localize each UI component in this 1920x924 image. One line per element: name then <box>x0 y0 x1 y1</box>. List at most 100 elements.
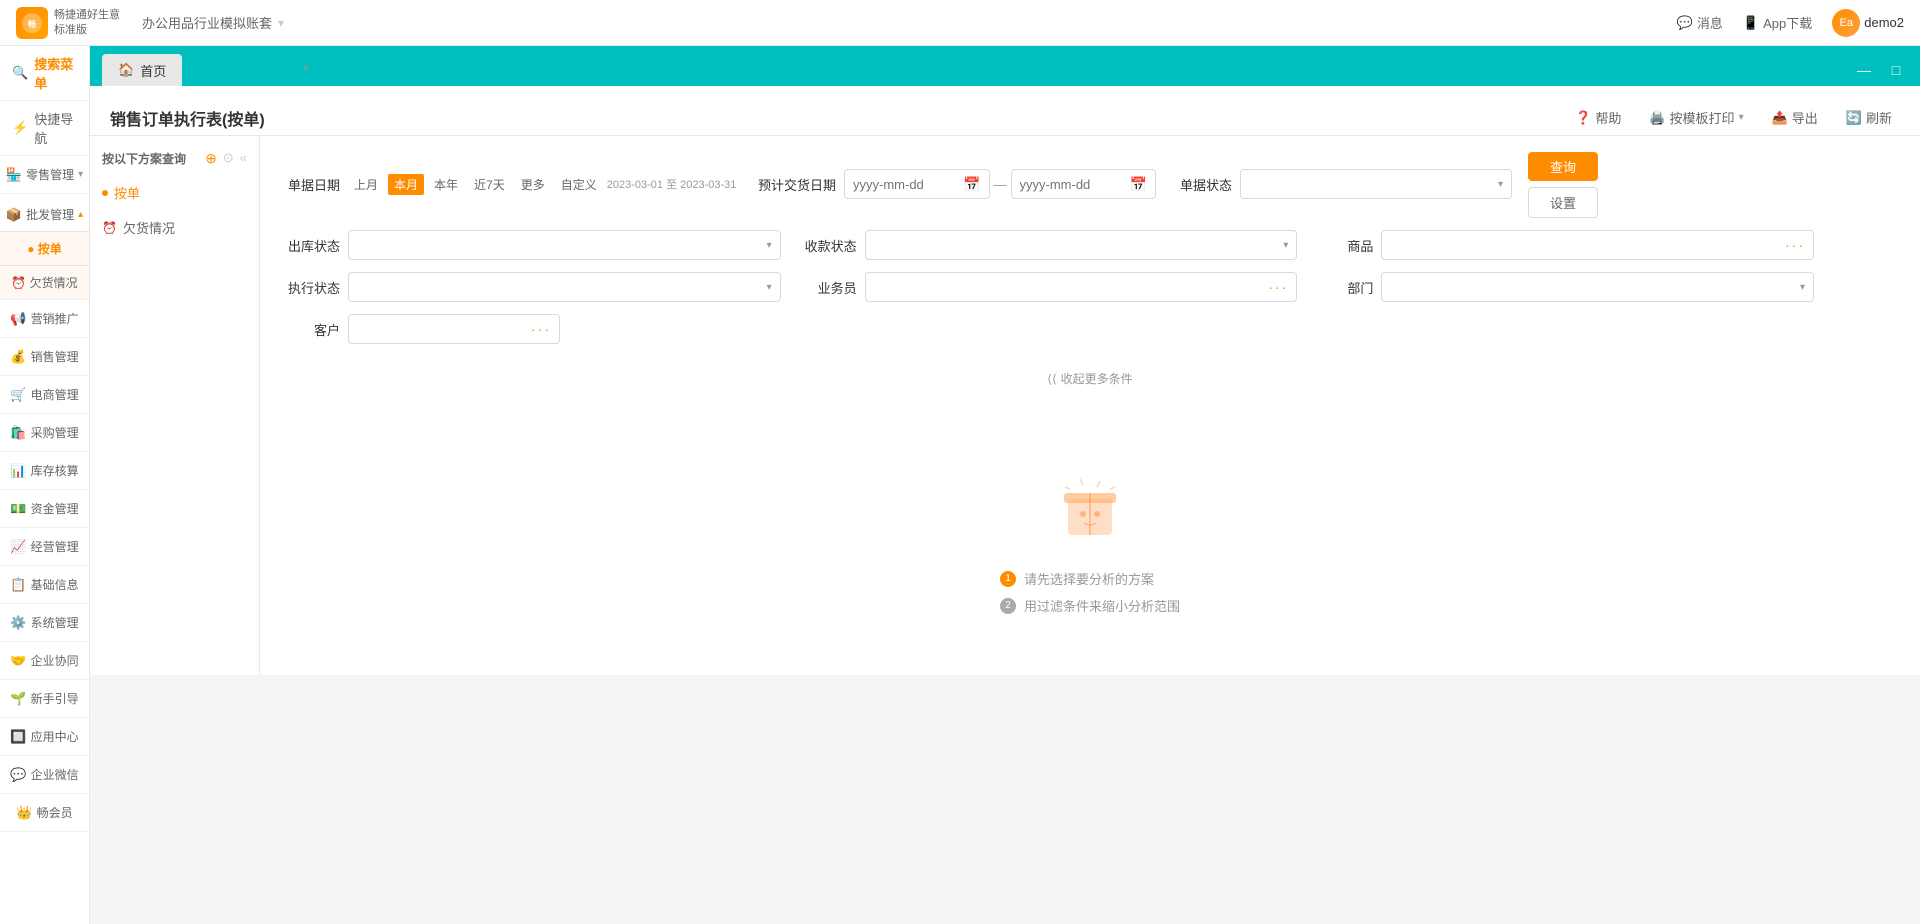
dept-select[interactable]: ▾ <box>1381 272 1814 302</box>
date-7days-btn[interactable]: 近7天 <box>468 174 511 195</box>
maximize-button[interactable]: □ <box>1884 58 1908 82</box>
receipt-status-select[interactable]: ▾ <box>865 230 1298 260</box>
collapse-scheme-icon[interactable]: « <box>240 150 247 167</box>
add-scheme-icon[interactable]: ⊕ <box>205 150 217 167</box>
query-button[interactable]: 查询 <box>1528 152 1598 181</box>
sidebar-item-newbie[interactable]: 🌱 新手引导 <box>0 680 89 718</box>
sidebar-item-member[interactable]: 👑 畅会员 <box>0 794 89 832</box>
date-last-month-btn[interactable]: 上月 <box>348 174 384 195</box>
finance-icon: 💵 <box>10 501 26 517</box>
filter-item-debt[interactable]: ⏰ 欠货情况 <box>90 210 259 245</box>
sidebar-item-operations[interactable]: 📈 经营管理 <box>0 528 89 566</box>
tip-num-1: 1 <box>1000 571 1016 587</box>
wholesale-header[interactable]: 📦 批发管理 ▴ <box>0 194 89 231</box>
content-area: 🏠 首页 销售订单执行表 × — □ 销售订单执行表(按单) <box>90 46 1920 924</box>
lightning-icon: ⚡ <box>12 120 28 136</box>
sidebar-quick-nav[interactable]: ⚡ 快捷导航 <box>0 101 89 156</box>
page-actions: ❓ 帮助 🖨️ 按模板打印 ▾ 📤 导出 🔄 刷新 <box>1567 104 1900 131</box>
product-input[interactable] <box>1390 238 1785 253</box>
calendar-start-icon: 📅 <box>963 176 980 193</box>
dept-dropdown-icon: ▾ <box>1800 282 1805 293</box>
sidebar-item-ecommerce[interactable]: 🛒 电商管理 <box>0 376 89 414</box>
filter-item-order[interactable]: 按单 <box>90 175 259 210</box>
app-download-button[interactable]: 📱 App下载 <box>1743 13 1812 32</box>
sidebar-item-basics[interactable]: 📋 基础信息 <box>0 566 89 604</box>
date-more-btn[interactable]: 更多 <box>515 174 551 195</box>
member-icon: 👑 <box>16 805 32 821</box>
filter-header: 按以下方案查询 ⊕ ⊙ « <box>90 146 259 175</box>
date-custom-btn[interactable]: 自定义 <box>555 174 603 195</box>
sidebar-item-finance[interactable]: 💵 资金管理 <box>0 490 89 528</box>
empty-illustration <box>1050 469 1130 549</box>
header-right: 💬 消息 📱 App下载 Ea demo2 <box>1677 9 1904 37</box>
customer-input[interactable] <box>357 322 531 337</box>
marketing-icon: 📢 <box>10 311 26 327</box>
sidebar-item-marketing[interactable]: 📢 营销推广 <box>0 300 89 338</box>
sidebar-item-inventory[interactable]: 📊 库存核算 <box>0 452 89 490</box>
svg-text:畅: 畅 <box>28 19 36 29</box>
settings-scheme-icon[interactable]: ⊙ <box>223 150 234 167</box>
main-filter-area: 单据日期 上月 本月 本年 近7天 更多 自定义 <box>260 136 1920 675</box>
filter-expected-date-field: 预计交货日期 📅 — 📅 <box>756 169 1156 199</box>
out-status-select[interactable]: ▾ <box>348 230 781 260</box>
breadcrumb: 办公用品行业模拟账套 ▾ <box>142 13 284 32</box>
breadcrumb-chevron-icon[interactable]: ▾ <box>278 16 284 30</box>
order-dot: ● <box>27 242 34 256</box>
filter-exec-status-field: 执行状态 ▾ <box>280 272 781 302</box>
exec-status-select[interactable]: ▾ <box>348 272 781 302</box>
main-filter: 单据日期 上月 本月 本年 近7天 更多 自定义 <box>260 136 1920 409</box>
sidebar-item-system[interactable]: ⚙️ 系统管理 <box>0 604 89 642</box>
sidebar-item-weixin[interactable]: 💬 企业微信 <box>0 756 89 794</box>
date-this-year-btn[interactable]: 本年 <box>428 174 464 195</box>
minimize-button[interactable]: — <box>1852 58 1876 82</box>
product-more-icon[interactable]: ··· <box>1785 237 1805 253</box>
expected-date-end-wrapper: 📅 <box>1011 169 1157 199</box>
date-this-month-btn[interactable]: 本月 <box>388 174 424 195</box>
collapse-button[interactable]: ⟨⟨ 收起更多条件 <box>1035 366 1144 391</box>
status-select[interactable]: ▾ <box>1240 169 1512 199</box>
tab-close-icon[interactable]: × <box>299 61 313 75</box>
tab-home[interactable]: 🏠 首页 <box>102 54 182 86</box>
download-icon: 📱 <box>1743 15 1759 31</box>
message-icon: 💬 <box>1677 15 1693 31</box>
customer-more-icon[interactable]: ··· <box>531 321 551 337</box>
salesperson-more-icon[interactable]: ··· <box>1268 279 1288 295</box>
sidebar-item-purchase[interactable]: 🛍️ 采购管理 <box>0 414 89 452</box>
expected-date-end-input[interactable] <box>1020 177 1126 192</box>
search-icon: 🔍 <box>12 65 28 81</box>
sidebar-item-sales[interactable]: 💰 销售管理 <box>0 338 89 376</box>
sidebar-sub-item-order[interactable]: ● 按单 <box>0 231 89 265</box>
basics-icon: 📋 <box>10 577 26 593</box>
empty-tip-1: 1 请先选择要分析的方案 <box>1000 569 1180 588</box>
date-separator: — <box>994 177 1007 192</box>
expected-date-start-input[interactable] <box>853 177 959 192</box>
tab-sales-exec[interactable]: 销售订单执行表 × <box>186 50 329 86</box>
salesperson-input[interactable] <box>874 280 1269 295</box>
message-button[interactable]: 💬 消息 <box>1677 13 1723 32</box>
order-active-dot <box>102 190 108 196</box>
top-header: 畅 畅捷通好生意 标准版 办公用品行业模拟账套 ▾ 💬 消息 📱 App下载 E… <box>0 0 1920 46</box>
help-button[interactable]: ❓ 帮助 <box>1567 104 1629 131</box>
sidebar-item-appcenter[interactable]: 🔲 应用中心 <box>0 718 89 756</box>
print-button[interactable]: 🖨️ 按模板打印 ▾ <box>1641 104 1751 131</box>
refresh-button[interactable]: 🔄 刷新 <box>1838 104 1900 131</box>
search-panel: 按以下方案查询 ⊕ ⊙ « 按单 ⏰ 欠货情况 <box>90 136 1920 675</box>
filter-row-1: 单据日期 上月 本月 本年 近7天 更多 自定义 <box>280 150 1900 218</box>
user-profile[interactable]: Ea demo2 <box>1832 9 1904 37</box>
sidebar-search-menu[interactable]: 🔍 搜索菜单 <box>0 46 89 101</box>
purchase-icon: 🛍️ <box>10 425 26 441</box>
query-actions: 查询 设置 <box>1528 150 1598 218</box>
wholesale-icon: 📦 <box>6 207 22 223</box>
expected-date-start-wrapper: 📅 <box>844 169 990 199</box>
settings-button[interactable]: 设置 <box>1528 187 1598 218</box>
export-button[interactable]: 📤 导出 <box>1764 104 1826 131</box>
filter-row-3: 执行状态 ▾ 业务员 ··· <box>280 272 1900 302</box>
avatar: Ea <box>1832 9 1860 37</box>
weixin-icon: 💬 <box>10 767 26 783</box>
sidebar-sub-item-debt[interactable]: ⏰ 欠货情况 <box>0 265 89 299</box>
inventory-icon: 📊 <box>10 463 26 479</box>
empty-state: 1 请先选择要分析的方案 2 用过滤条件来缩小分析范围 <box>260 409 1920 675</box>
sidebar-item-cooperation[interactable]: 🤝 企业协同 <box>0 642 89 680</box>
receipt-dropdown-icon: ▾ <box>1283 240 1288 251</box>
sidebar-item-retail[interactable]: 🏪 零售管理 ▾ <box>0 156 89 194</box>
